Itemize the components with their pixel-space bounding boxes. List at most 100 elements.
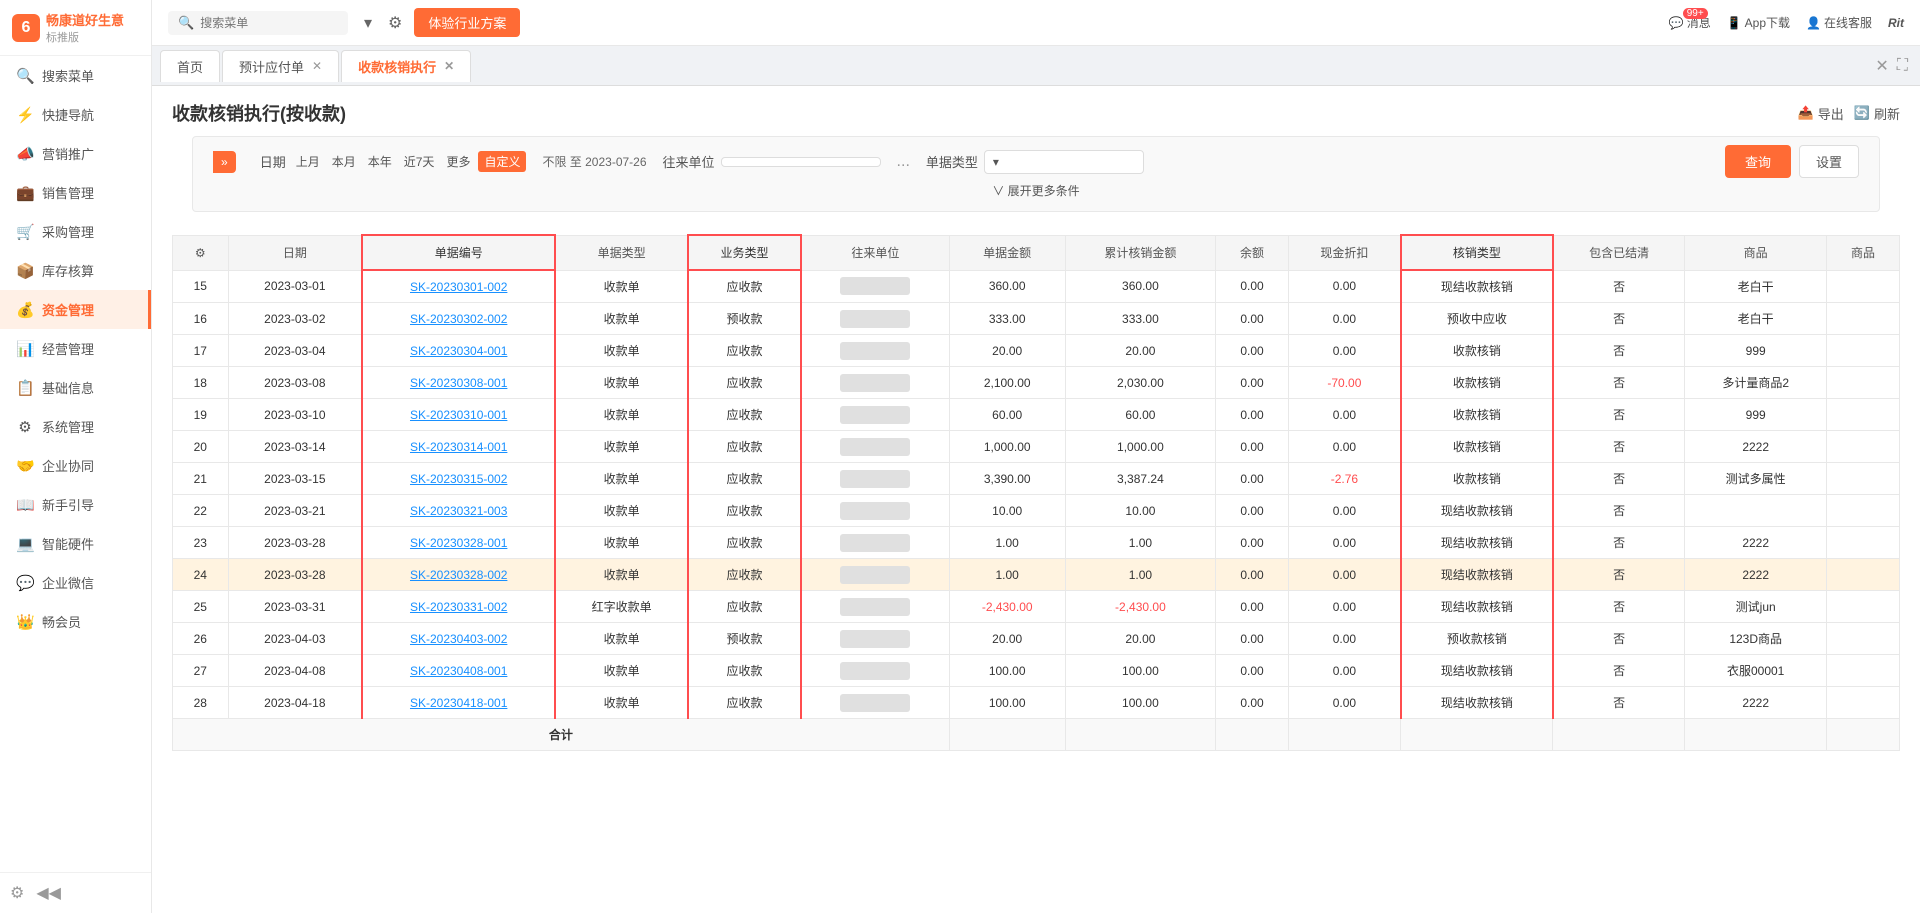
- order-no-link[interactable]: SK-20230314-001: [410, 440, 507, 454]
- settings-topbar-icon[interactable]: ⚙: [388, 13, 402, 33]
- cell-date: 2023-03-28: [228, 559, 362, 591]
- expand-more-bar[interactable]: ∨ 展开更多条件: [213, 178, 1859, 203]
- cell-order-no: SK-20230418-001: [362, 687, 555, 719]
- footer-acc-amount: [1065, 719, 1215, 751]
- cell-goods1: 测试jun: [1685, 591, 1827, 623]
- marketing-icon: 📣: [16, 145, 34, 163]
- order-no-link[interactable]: SK-20230308-001: [410, 376, 507, 390]
- date-btn-last-month[interactable]: 上月: [292, 151, 324, 172]
- order-no-link[interactable]: SK-20230310-001: [410, 408, 507, 422]
- filter-expand-button[interactable]: »: [213, 151, 236, 173]
- collapse-icon[interactable]: ◀◀: [36, 883, 61, 903]
- sidebar-item-guide[interactable]: 📖 新手引导: [0, 485, 151, 524]
- search-box[interactable]: 🔍: [168, 11, 348, 35]
- order-no-link[interactable]: SK-20230315-002: [410, 472, 507, 486]
- settings-bottom-icon[interactable]: ⚙: [10, 883, 24, 903]
- filter-partner-input[interactable]: [721, 157, 881, 167]
- th-settings[interactable]: ⚙: [173, 235, 229, 270]
- refresh-button[interactable]: 🔄 刷新: [1854, 104, 1900, 123]
- cell-goods2: [1827, 687, 1900, 719]
- sidebar-item-collab[interactable]: 🤝 企业协同: [0, 446, 151, 485]
- guide-icon: 📖: [16, 496, 34, 514]
- order-no-link[interactable]: SK-20230403-002: [410, 632, 507, 646]
- sidebar-item-basic-info[interactable]: 📋 基础信息: [0, 368, 151, 407]
- sidebar-item-sales[interactable]: 💼 销售管理: [0, 173, 151, 212]
- th-goods2: 商品: [1827, 235, 1900, 270]
- order-no-link[interactable]: SK-20230304-001: [410, 344, 507, 358]
- dropdown-icon[interactable]: ▾: [364, 13, 372, 33]
- date-btn-this-month[interactable]: 本月: [328, 151, 360, 172]
- message-button[interactable]: 💬 消息 99+: [1669, 14, 1711, 31]
- order-no-link[interactable]: SK-20230328-002: [410, 568, 507, 582]
- cell-acc-amount: 360.00: [1065, 270, 1215, 303]
- order-no-link[interactable]: SK-20230302-002: [410, 312, 507, 326]
- cell-amount: 100.00: [949, 687, 1065, 719]
- topbar-right: 💬 消息 99+ 📱 App下载 👤 在线客服 Rit: [1669, 14, 1904, 31]
- tab-home[interactable]: 首页: [160, 50, 220, 82]
- date-btn-7days[interactable]: 近7天: [400, 151, 439, 172]
- tab-expand-icon[interactable]: ⛶: [1897, 57, 1908, 75]
- cell-num: 20: [173, 431, 229, 463]
- tab-prepay-close[interactable]: ✕: [312, 59, 322, 73]
- app-logo-icon: 6: [12, 14, 40, 42]
- cell-goods2: [1827, 399, 1900, 431]
- date-btn-custom[interactable]: 自定义: [478, 151, 526, 172]
- cell-cancel-type: 现结收款核销: [1401, 270, 1553, 303]
- tab-prepay[interactable]: 预计应付单 ✕: [222, 50, 339, 82]
- cell-num: 17: [173, 335, 229, 367]
- filter-settings-button[interactable]: 设置: [1799, 145, 1859, 178]
- cell-num: 19: [173, 399, 229, 431]
- cell-order-type: 收款单: [555, 655, 688, 687]
- app-download-button[interactable]: 📱 App下载: [1727, 14, 1790, 31]
- tab-collection[interactable]: 收款核销执行 ✕: [341, 50, 471, 82]
- cell-balance: 0.00: [1216, 335, 1289, 367]
- cell-goods1: 2222: [1685, 687, 1827, 719]
- order-no-link[interactable]: SK-20230418-001: [410, 696, 507, 710]
- cell-order-no: SK-20230328-002: [362, 559, 555, 591]
- sidebar-item-inventory[interactable]: 📦 库存核算: [0, 251, 151, 290]
- sidebar-item-marketing[interactable]: 📣 营销推广: [0, 134, 151, 173]
- online-service-button[interactable]: 👤 在线客服: [1806, 14, 1872, 31]
- filter-order-type-select[interactable]: ▾: [984, 150, 1144, 174]
- search-input[interactable]: [200, 16, 330, 30]
- sidebar-item-wechat[interactable]: 💬 企业微信: [0, 563, 151, 602]
- user-avatar[interactable]: Rit: [1888, 16, 1904, 30]
- sidebar-item-management[interactable]: 📊 经营管理: [0, 329, 151, 368]
- sidebar-item-label: 畅会员: [42, 612, 81, 631]
- sidebar-item-member[interactable]: 👑 畅会员: [0, 602, 151, 641]
- order-no-link[interactable]: SK-20230331-002: [410, 600, 507, 614]
- date-btn-this-year[interactable]: 本年: [364, 151, 396, 172]
- cell-amount: 10.00: [949, 495, 1065, 527]
- table-row: 20 2023-03-14 SK-20230314-001 收款单 应收款 ██…: [173, 431, 1900, 463]
- cell-order-type: 收款单: [555, 399, 688, 431]
- cell-partner: ████: [801, 399, 949, 431]
- cell-date: 2023-04-08: [228, 655, 362, 687]
- sidebar-item-quick-nav[interactable]: ⚡ 快捷导航: [0, 95, 151, 134]
- sidebar-item-label: 快捷导航: [42, 105, 94, 124]
- export-button[interactable]: 📤 导出: [1798, 104, 1844, 123]
- cell-date: 2023-03-31: [228, 591, 362, 623]
- footer-balance: [1216, 719, 1289, 751]
- sidebar-item-system[interactable]: ⚙ 系统管理: [0, 407, 151, 446]
- cell-biz-type: 应收款: [688, 431, 801, 463]
- sidebar-item-purchase[interactable]: 🛒 采购管理: [0, 212, 151, 251]
- filter-dots[interactable]: ...: [897, 153, 910, 171]
- cell-num: 26: [173, 623, 229, 655]
- query-button[interactable]: 查询: [1725, 145, 1791, 178]
- cell-balance: 0.00: [1216, 559, 1289, 591]
- order-no-link[interactable]: SK-20230408-001: [410, 664, 507, 678]
- solution-button[interactable]: 体验行业方案: [414, 8, 520, 37]
- tab-collection-close[interactable]: ✕: [444, 59, 454, 73]
- sidebar-item-search[interactable]: 🔍 搜索菜单: [0, 56, 151, 95]
- order-no-link[interactable]: SK-20230321-003: [410, 504, 507, 518]
- filter-dots-item: ...: [897, 153, 910, 171]
- sidebar-item-hardware[interactable]: 💻 智能硬件: [0, 524, 151, 563]
- purchase-icon: 🛒: [16, 223, 34, 241]
- cell-amount: 100.00: [949, 655, 1065, 687]
- cell-acc-amount: 2,030.00: [1065, 367, 1215, 399]
- sidebar-item-finance[interactable]: 💰 资金管理: [0, 290, 151, 329]
- order-no-link[interactable]: SK-20230301-002: [410, 280, 507, 294]
- tab-close-all-icon[interactable]: ✕: [1875, 56, 1888, 76]
- order-no-link[interactable]: SK-20230328-001: [410, 536, 507, 550]
- date-btn-more[interactable]: 更多: [442, 151, 474, 172]
